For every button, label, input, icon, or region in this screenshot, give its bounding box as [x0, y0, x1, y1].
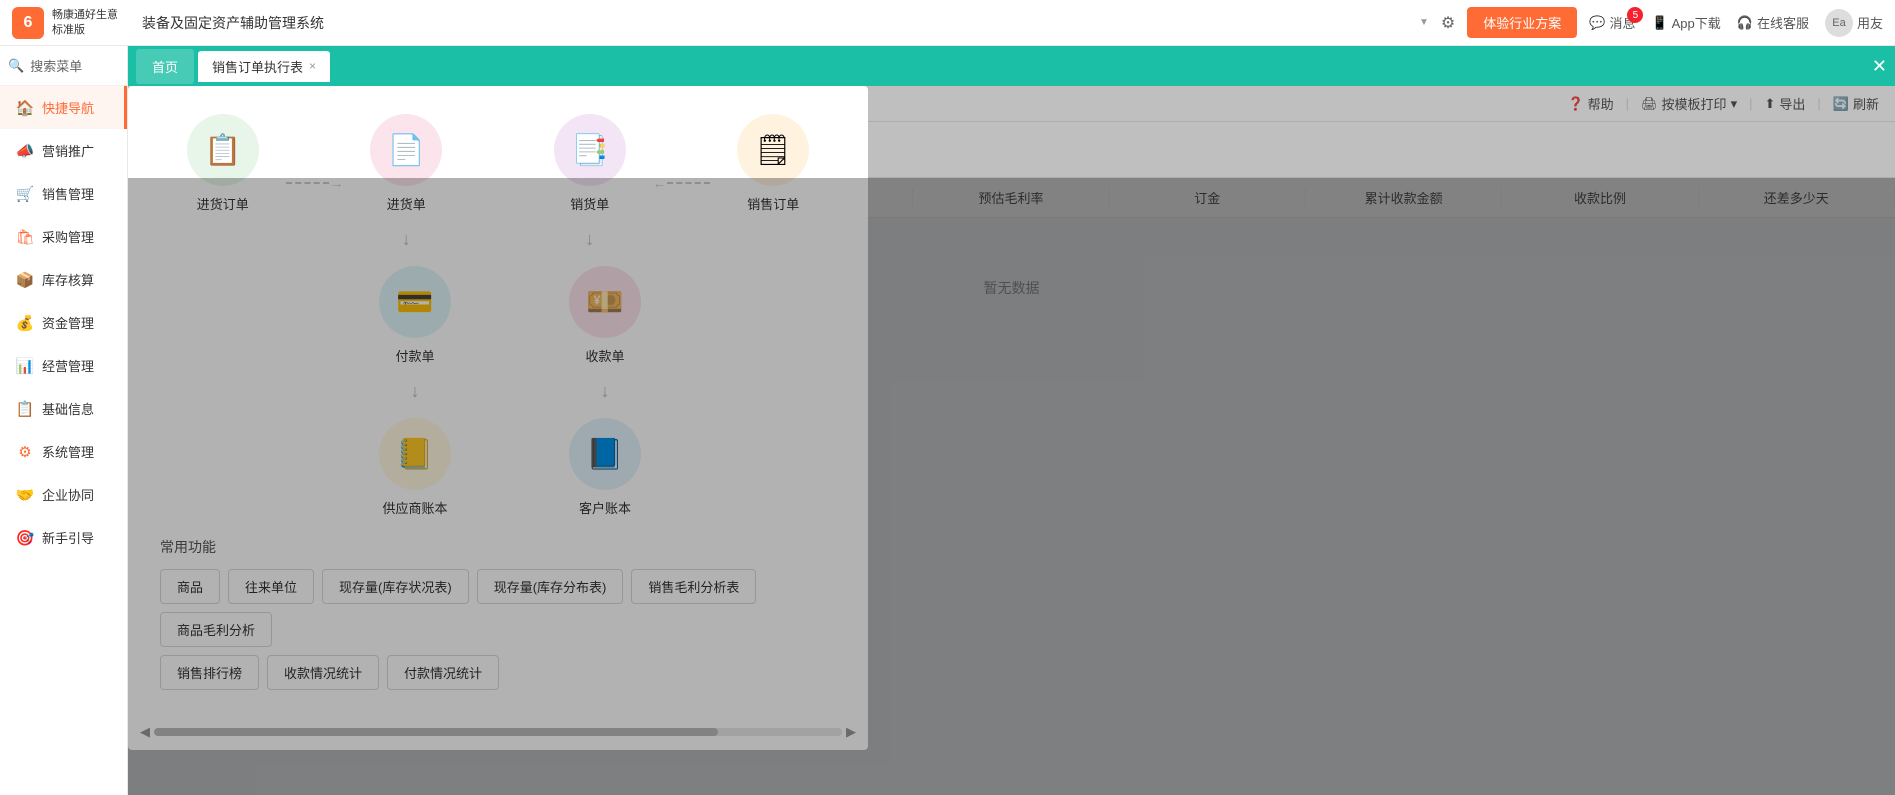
sidebar-item-finance[interactable]: 💰 资金管理 — [0, 301, 127, 344]
table-container: 品 商品 金额 预估毛利 预估毛利率 订金 累计收款金额 收款比例 还差多少天 … — [128, 178, 1895, 795]
content-body: ❓ 帮助 | 🖨 按模板打印 ▾ | ⬆ 导出 — [128, 86, 1895, 795]
avatar: Ea — [1825, 9, 1853, 37]
avatar-initial: Ea — [1832, 17, 1845, 29]
service-icon: 🎧 — [1737, 15, 1753, 31]
online-service-btn[interactable]: 🎧 在线客服 — [1737, 13, 1809, 32]
sidebar-item-quick-nav[interactable]: 🏠 快捷导航 — [0, 86, 127, 129]
app-download-btn[interactable]: 📱 App下载 — [1651, 13, 1720, 32]
search-icon: 🔍 — [8, 58, 24, 74]
sidebar-item-inventory[interactable]: 📦 库存核算 — [0, 258, 127, 301]
tab-home[interactable]: 首页 — [136, 49, 194, 84]
main-area: 🔍 搜索菜单 🏠 快捷导航 📣 营销推广 🛒 销售管理 🛍 采购管理 📦 — [0, 46, 1895, 795]
sidebar-item-enterprise[interactable]: 🤝 企业协同 — [0, 473, 127, 516]
marketing-icon: 📣 — [16, 142, 34, 160]
enterprise-icon: 🤝 — [16, 486, 34, 504]
inventory-icon: 📦 — [16, 271, 34, 289]
download-icon: 📱 — [1651, 15, 1667, 31]
sidebar: 🔍 搜索菜单 🏠 快捷导航 📣 营销推广 🛒 销售管理 🛍 采购管理 📦 — [0, 46, 128, 795]
home-icon: 🏠 — [16, 99, 34, 117]
message-badge: 5 — [1627, 7, 1643, 23]
logo-icon: 6 — [12, 7, 44, 39]
message-icon: 💬 — [1589, 15, 1605, 31]
close-all-tabs-btn[interactable]: ✕ — [1872, 56, 1887, 76]
modal-overlay[interactable] — [128, 178, 1895, 795]
sidebar-item-sales[interactable]: 🛒 销售管理 — [0, 172, 127, 215]
experience-btn[interactable]: 体验行业方案 — [1467, 7, 1577, 38]
operations-icon: 📊 — [16, 357, 34, 375]
purchase-icon: 🛍 — [16, 228, 34, 246]
tab-sales-order[interactable]: 销售订单执行表 × — [198, 51, 330, 82]
purchase-order-circle: 📋 — [187, 114, 259, 186]
logo-text: 畅康通好生意 标准版 — [52, 8, 118, 37]
tab-close-btn[interactable]: × — [309, 59, 316, 73]
sidebar-item-marketing[interactable]: 📣 营销推广 — [0, 129, 127, 172]
sidebar-item-purchase[interactable]: 🛍 采购管理 — [0, 215, 127, 258]
content-area: 首页 销售订单执行表 × ✕ ❓ 帮助 — [128, 46, 1895, 795]
sidebar-item-system[interactable]: ⚙ 系统管理 — [0, 430, 127, 473]
sale-order-circle: 🗒 — [737, 114, 809, 186]
sidebar-item-operations[interactable]: 📊 经营管理 — [0, 344, 127, 387]
top-bar: 6 畅康通好生意 标准版 装备及固定资产辅助管理系统 ▼ ⚙ 体验行业方案 💬 … — [0, 0, 1895, 46]
tab-bar-right: ✕ — [1872, 56, 1887, 77]
tab-bar: 首页 销售订单执行表 × ✕ — [128, 46, 1895, 86]
basic-info-icon: 📋 — [16, 400, 34, 418]
user-menu[interactable]: Ea 用友 — [1825, 9, 1883, 37]
sidebar-item-newbie[interactable]: 🎯 新手引导 — [0, 516, 127, 559]
sale-bill-circle: 📑 — [554, 114, 626, 186]
system-title: 装备及固定资产辅助管理系统 — [142, 13, 1407, 33]
content-main: ❓ 帮助 | 🖨 按模板打印 ▾ | ⬆ 导出 — [128, 86, 1895, 795]
logo-area: 6 畅康通好生意 标准版 — [12, 7, 130, 39]
newbie-icon: 🎯 — [16, 529, 34, 547]
sidebar-item-basic-info[interactable]: 📋 基础信息 — [0, 387, 127, 430]
sales-icon: 🛒 — [16, 185, 34, 203]
purchase-bill-circle: 📄 — [370, 114, 442, 186]
top-bar-actions: 💬 消息 5 📱 App下载 🎧 在线客服 Ea 用友 — [1589, 9, 1883, 37]
sidebar-search[interactable]: 🔍 搜索菜单 — [0, 46, 127, 86]
message-btn[interactable]: 💬 消息 5 — [1589, 13, 1635, 32]
system-dropdown-icon[interactable]: ▼ — [1419, 17, 1429, 28]
system-icon: ⚙ — [16, 443, 34, 461]
finance-icon: 💰 — [16, 314, 34, 332]
settings-icon[interactable]: ⚙ — [1441, 13, 1455, 33]
